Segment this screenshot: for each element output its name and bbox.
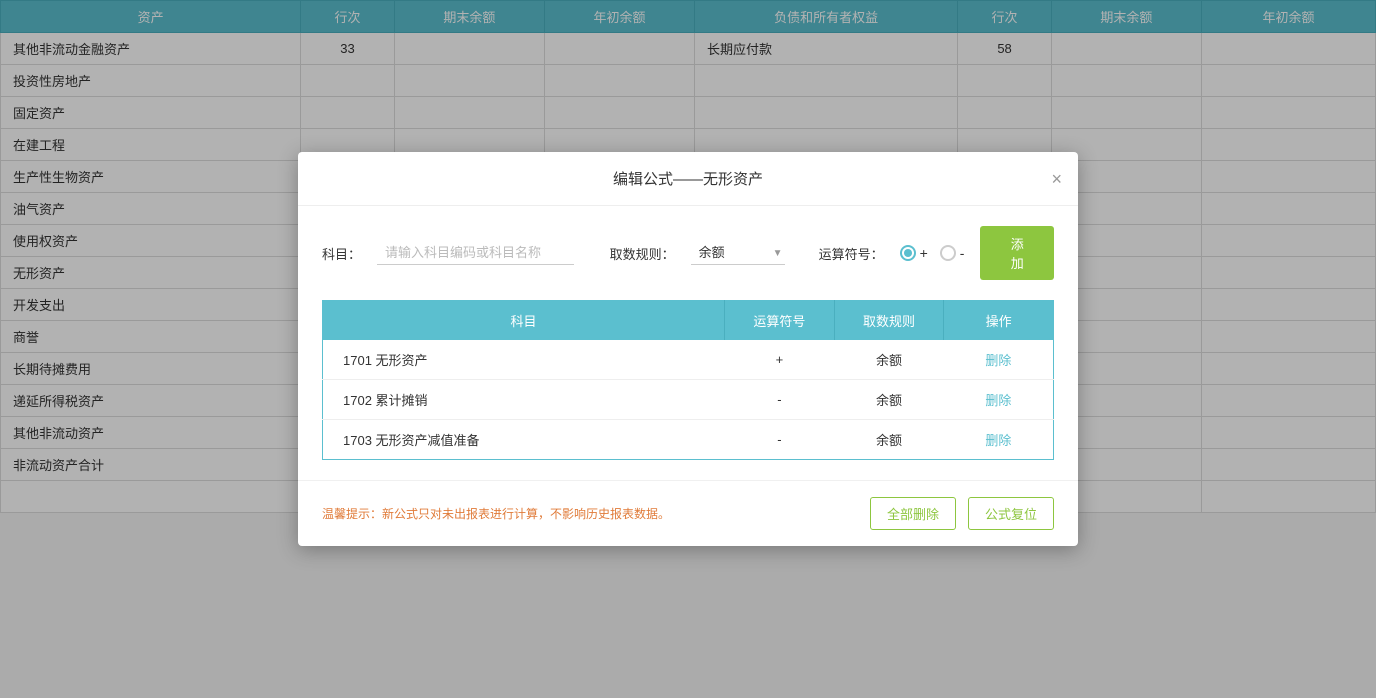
modal-footer: 温馨提示：新公式只对未出报表进行计算，不影响历史报表数据。 全部删除 公式复位	[298, 480, 1078, 546]
formula-subject-cell: 1702 累计摊销	[323, 380, 725, 420]
formula-rule-cell: 余额	[834, 420, 944, 460]
col-subject: 科目	[323, 301, 725, 341]
modal-header: 编辑公式——无形资产 ×	[298, 152, 1078, 206]
operator-label: 运算符号：	[819, 244, 884, 263]
formula-action-cell: 删除	[944, 340, 1054, 380]
modal-dialog: 编辑公式——无形资产 × 科目： 取数规则： 余额 借方发生额 贷方发生额 ▼ …	[298, 152, 1078, 546]
formula-subject-cell: 1703 无形资产减值准备	[323, 420, 725, 460]
modal-body: 科目： 取数规则： 余额 借方发生额 贷方发生额 ▼ 运算符号： +	[298, 206, 1078, 480]
footer-hint: 温馨提示：新公式只对未出报表进行计算，不影响历史报表数据。	[322, 505, 670, 522]
modal-overlay: 编辑公式——无形资产 × 科目： 取数规则： 余额 借方发生额 贷方发生额 ▼ …	[0, 0, 1376, 698]
rule-select[interactable]: 余额 借方发生额 贷方发生额	[691, 241, 785, 265]
delete-row-link[interactable]: 删除	[985, 393, 1011, 408]
operator-plus-radio[interactable]: +	[900, 245, 928, 261]
delete-row-link[interactable]: 删除	[985, 353, 1011, 368]
formula-operator-cell: -	[725, 420, 835, 460]
add-button[interactable]: 添加	[980, 226, 1054, 280]
formula-form-row: 科目： 取数规则： 余额 借方发生额 贷方发生额 ▼ 运算符号： +	[322, 226, 1054, 280]
operator-radio-group: + -	[900, 245, 965, 261]
formula-table-row: 1702 累计摊销 - 余额 删除	[323, 380, 1054, 420]
formula-operator-cell: +	[725, 340, 835, 380]
rule-label: 取数规则：	[610, 244, 675, 263]
operator-plus-sign: +	[920, 245, 928, 261]
modal-close-button[interactable]: ×	[1051, 170, 1062, 188]
formula-action-cell: 删除	[944, 380, 1054, 420]
col-action: 操作	[944, 301, 1054, 341]
footer-buttons: 全部删除 公式复位	[870, 497, 1054, 530]
delete-row-link[interactable]: 删除	[985, 433, 1011, 448]
formula-rule-cell: 余额	[834, 340, 944, 380]
formula-action-cell: 删除	[944, 420, 1054, 460]
col-rule: 取数规则	[834, 301, 944, 341]
subject-label: 科目：	[322, 244, 361, 263]
formula-operator-cell: -	[725, 380, 835, 420]
formula-subject-cell: 1701 无形资产	[323, 340, 725, 380]
modal-title: 编辑公式——无形资产	[613, 168, 763, 189]
delete-all-button[interactable]: 全部删除	[870, 497, 956, 530]
reset-formula-button[interactable]: 公式复位	[968, 497, 1054, 530]
operator-minus-sign: -	[960, 245, 965, 261]
formula-table: 科目 运算符号 取数规则 操作 1701 无形资产 + 余额 删除 1702 累…	[322, 300, 1054, 460]
subject-input[interactable]	[377, 241, 574, 265]
operator-minus-radio-circle	[940, 245, 956, 261]
formula-table-row: 1701 无形资产 + 余额 删除	[323, 340, 1054, 380]
formula-rule-cell: 余额	[834, 380, 944, 420]
operator-plus-radio-circle	[900, 245, 916, 261]
operator-minus-radio[interactable]: -	[940, 245, 965, 261]
rule-select-wrapper: 余额 借方发生额 贷方发生额 ▼	[691, 241, 783, 265]
col-operator: 运算符号	[725, 301, 835, 341]
formula-table-row: 1703 无形资产减值准备 - 余额 删除	[323, 420, 1054, 460]
